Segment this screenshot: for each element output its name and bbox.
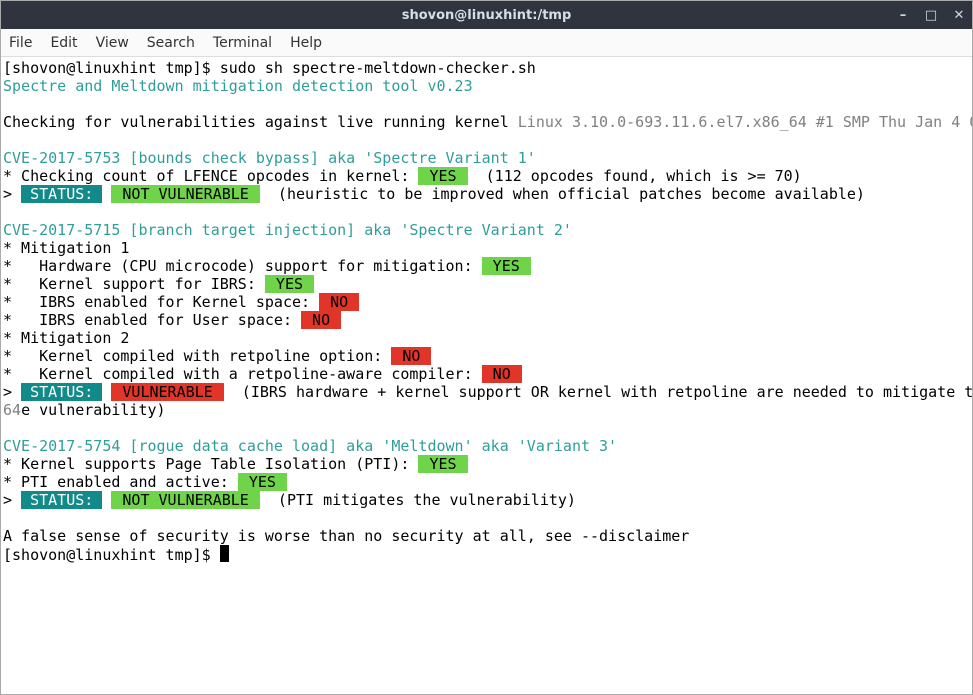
yes-badge: YES — [418, 455, 467, 473]
status-label: STATUS: — [21, 383, 102, 401]
menu-terminal[interactable]: Terminal — [213, 35, 272, 51]
kernel-version: Linux 3.10.0-693.11.6.el7.x86_64 #1 SMP … — [518, 113, 972, 131]
menu-file[interactable]: File — [9, 35, 32, 51]
not-vulnerable-badge: NOT VULNERABLE — [111, 185, 260, 203]
gt: > — [3, 491, 21, 509]
terminal-output[interactable]: [shovon@linuxhint tmp]$ sudo sh spectre-… — [1, 57, 972, 694]
retpoline-opt: * Kernel compiled with retpoline option: — [3, 347, 391, 365]
tool-title: Spectre and Meltdown mitigation detectio… — [3, 77, 473, 95]
cursor-icon — [220, 545, 229, 562]
pti-note: (PTI mitigates the vulnerability) — [260, 491, 576, 509]
no-badge: NO — [391, 347, 431, 365]
cve2-note-b: e vulnerability) — [21, 401, 166, 419]
not-vulnerable-badge: NOT VULNERABLE — [111, 491, 260, 509]
yes-badge: YES — [418, 167, 467, 185]
ibrs-user-space: * IBRS enabled for User space: — [3, 311, 301, 329]
close-button[interactable]: ✕ — [952, 8, 966, 22]
overflow-indicator: 64 — [3, 401, 21, 419]
menu-search[interactable]: Search — [147, 35, 195, 51]
vulnerable-badge: VULNERABLE — [111, 383, 223, 401]
menu-help[interactable]: Help — [290, 35, 322, 51]
command: sudo sh spectre-meltdown-checker.sh — [220, 59, 536, 77]
cve2-header: CVE-2017-5715 [branch target injection] … — [3, 221, 572, 239]
yes-badge: YES — [238, 473, 287, 491]
menu-view[interactable]: View — [96, 35, 129, 51]
checking-text: Checking for vulnerabilities against liv… — [3, 113, 518, 131]
retpoline-compiler: * Kernel compiled with a retpoline-aware… — [3, 365, 482, 383]
maximize-button[interactable]: □ — [924, 8, 938, 22]
ibrs-kernel-space: * IBRS enabled for Kernel space: — [3, 293, 319, 311]
kernel-ibrs: * Kernel support for IBRS: — [3, 275, 265, 293]
yes-badge: YES — [265, 275, 314, 293]
mitigation1: * Mitigation 1 — [3, 239, 129, 257]
status-label: STATUS: — [21, 491, 102, 509]
prompt: [shovon@linuxhint tmp]$ — [3, 59, 220, 77]
yes-badge: YES — [482, 257, 531, 275]
pti-support: * Kernel supports Page Table Isolation (… — [3, 455, 418, 473]
pti-enabled: * PTI enabled and active: — [3, 473, 238, 491]
no-badge: NO — [482, 365, 522, 383]
cve1-detail: (112 opcodes found, which is >= 70) — [468, 167, 802, 185]
cve1-header: CVE-2017-5753 [bounds check bypass] aka … — [3, 149, 536, 167]
disclaimer: A false sense of security is worse than … — [3, 527, 689, 545]
menu-edit[interactable]: Edit — [50, 35, 77, 51]
status-label: STATUS: — [21, 185, 102, 203]
titlebar[interactable]: shovon@linuxhint:/tmp – □ ✕ — [1, 1, 972, 29]
cve2-note-a: (IBRS hardware + kernel support OR kerne… — [224, 383, 972, 401]
window-title: shovon@linuxhint:/tmp — [402, 8, 572, 23]
gt: > — [3, 185, 21, 203]
hw-support: * Hardware (CPU microcode) support for m… — [3, 257, 482, 275]
cve1-check: * Checking count of LFENCE opcodes in ke… — [3, 167, 418, 185]
terminal-window: shovon@linuxhint:/tmp – □ ✕ File Edit Vi… — [0, 0, 973, 695]
gt: > — [3, 383, 21, 401]
cve1-note: (heuristic to be improved when official … — [260, 185, 865, 203]
prompt: [shovon@linuxhint tmp]$ — [3, 546, 220, 564]
no-badge: NO — [301, 311, 341, 329]
menubar: File Edit View Search Terminal Help — [1, 29, 972, 57]
window-controls: – □ ✕ — [896, 1, 966, 29]
mitigation2: * Mitigation 2 — [3, 329, 129, 347]
cve3-header: CVE-2017-5754 [rogue data cache load] ak… — [3, 437, 617, 455]
minimize-button[interactable]: – — [896, 8, 910, 22]
no-badge: NO — [319, 293, 359, 311]
